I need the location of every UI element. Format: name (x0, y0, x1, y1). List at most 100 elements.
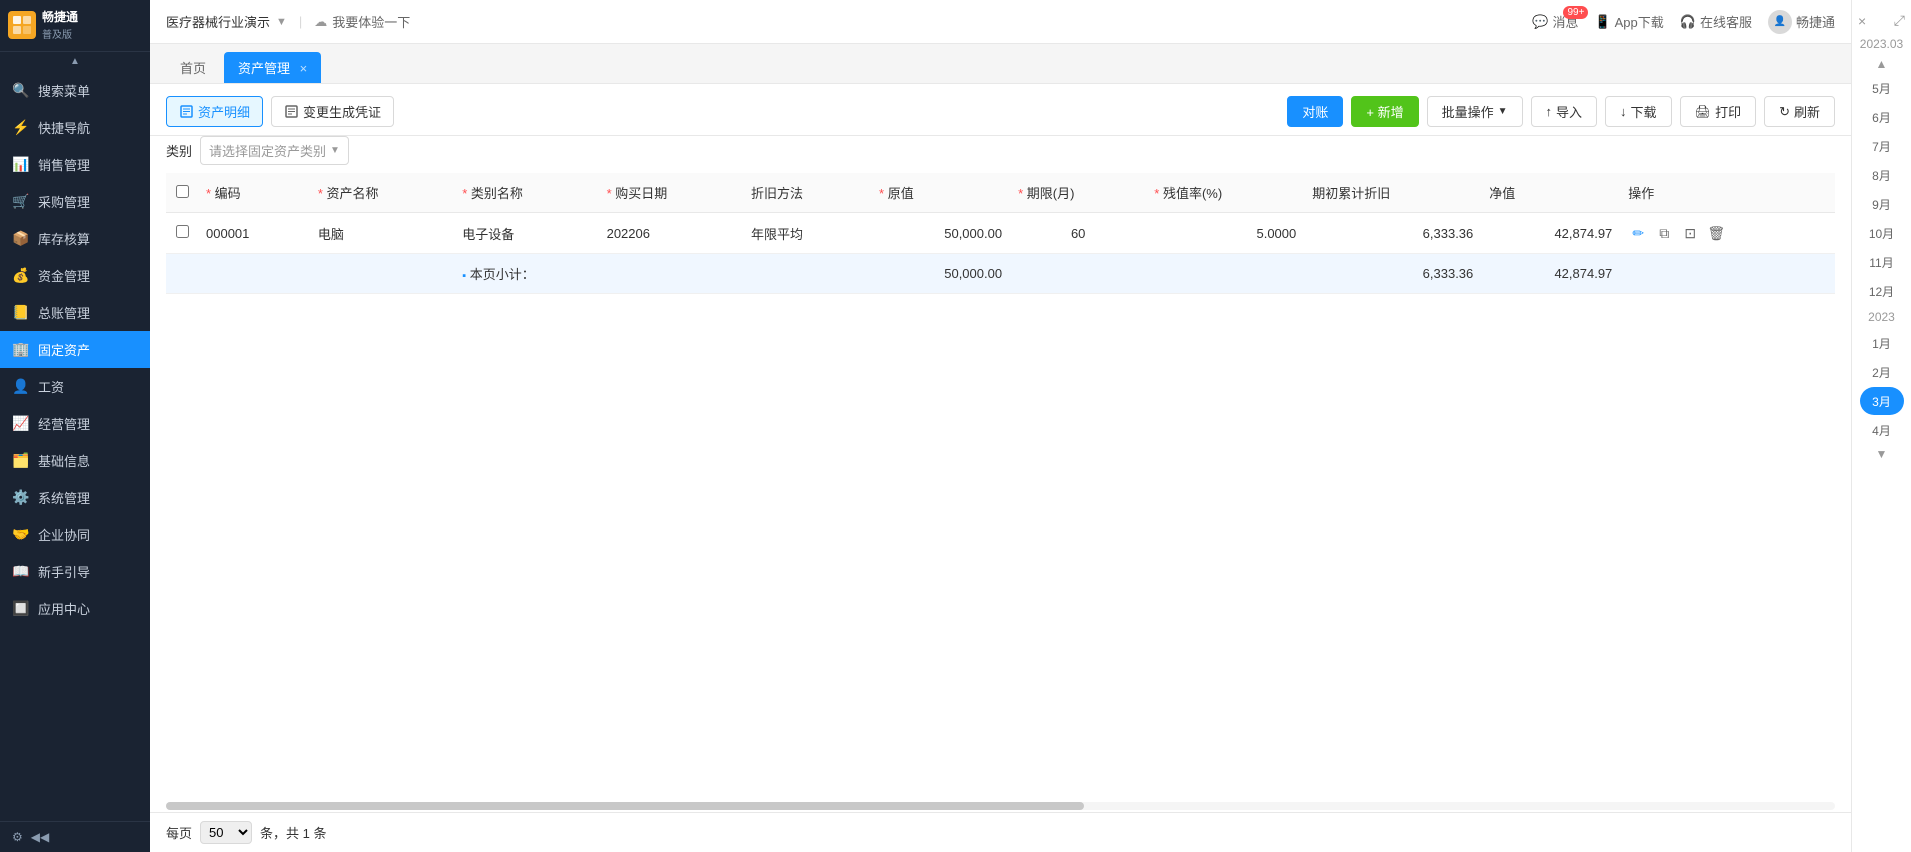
topbar-experience[interactable]: ☁ 我要体验一下 (314, 12, 410, 31)
tab-asset-management-label: 资产管理 (238, 61, 290, 76)
tabbar: 首页 资产管理 × (150, 44, 1851, 84)
inventory-icon: 📦 (12, 229, 30, 247)
service-icon: 🎧 (1680, 14, 1696, 30)
more-icon[interactable]: ⊡ (1680, 223, 1700, 243)
appstore-icon: 🔲 (12, 599, 30, 617)
topbar-app[interactable]: 📱 App下载 (1594, 12, 1663, 31)
sidebar-item-inventory-label: 库存核算 (38, 229, 90, 248)
tab-home-label: 首页 (180, 61, 206, 76)
import-label: 导入 (1556, 102, 1582, 121)
per-page-select[interactable]: 50 100 (200, 821, 252, 844)
months-prev: 5月6月7月8月9月10月11月12月 (1860, 73, 1904, 306)
collapse-icon[interactable]: ◀◀ (31, 830, 49, 844)
refresh-label: 刷新 (1794, 102, 1820, 121)
print-button[interactable]: 🖨 打印 (1680, 96, 1757, 127)
ledger-icon: 📒 (12, 303, 30, 321)
print-label: 打印 (1715, 102, 1741, 121)
tab-close-icon[interactable]: × (300, 61, 308, 76)
filter-category-select[interactable]: 请选择固定资产类别 ▼ (200, 136, 349, 165)
month-item[interactable]: 10月 (1860, 219, 1904, 247)
month-item[interactable]: 4月 (1860, 416, 1904, 444)
avatar: 👤 (1768, 10, 1792, 34)
row-checkbox[interactable] (176, 225, 189, 238)
sidebar-item-fixed-assets[interactable]: 🏢 固定资产 (0, 331, 150, 368)
total-label: 条，共 1 条 (260, 823, 326, 842)
msg-icon: 💬 (1532, 14, 1548, 30)
sidebar-item-payroll[interactable]: 👤 工资 (0, 368, 150, 405)
topbar-company[interactable]: 医疗器械行业演示 ▼ (166, 12, 287, 31)
month-item[interactable]: 1月 (1860, 329, 1904, 357)
app-icon: 📱 (1594, 14, 1610, 30)
filter-row: 类别 请选择固定资产类别 ▼ (150, 136, 1851, 173)
sidebar-item-quicknav[interactable]: ⚡ 快捷导航 (0, 109, 150, 146)
cell-period: 60 (1010, 213, 1146, 254)
dropdown-icon: ▼ (276, 16, 287, 28)
guide-icon: 📖 (12, 562, 30, 580)
sidebar-item-sales[interactable]: 📊 销售管理 (0, 146, 150, 183)
tab-asset-detail[interactable]: 资产明细 (166, 96, 263, 127)
copy-icon[interactable]: ⧉ (1654, 223, 1674, 243)
quicknav-icon: ⚡ (12, 118, 30, 136)
sidebar-item-search[interactable]: 🔍 搜索菜单 (0, 72, 150, 109)
logo-icon (8, 11, 36, 39)
per-page-label: 每页 (166, 823, 192, 842)
right-panel-close-button[interactable]: × (1858, 13, 1866, 29)
sidebar-scroll-up[interactable]: ▲ (0, 52, 150, 72)
cell-action: ✏ ⧉ ⊡ 🗑 (1620, 213, 1835, 254)
th-initial-accumulated: 期初累计折旧 (1304, 173, 1481, 213)
asset-detail-icon (179, 105, 193, 119)
right-panel-scroll-down-button[interactable]: ▼ (1874, 445, 1890, 463)
delete-icon[interactable]: 🗑 (1706, 223, 1726, 243)
month-item[interactable]: 11月 (1860, 248, 1904, 276)
edit-icon[interactable]: ✏ (1628, 223, 1648, 243)
filter-category-label: 类别 (166, 141, 192, 160)
funds-icon: 💰 (12, 266, 30, 284)
cell-purchase-date: 202206 (599, 213, 743, 254)
sidebar: 畅捷通 普及版 ▲ 🔍 搜索菜单 ⚡ 快捷导航 📊 销售管理 🛒 采购管理 📦 … (0, 0, 150, 852)
sidebar-item-purchase[interactable]: 🛒 采购管理 (0, 183, 150, 220)
sidebar-item-funds[interactable]: 💰 资金管理 (0, 257, 150, 294)
cloud-icon: ☁ (314, 14, 327, 30)
settings-icon[interactable]: ⚙ (12, 830, 23, 844)
batch-operation-button[interactable]: 批量操作 ▼ (1427, 96, 1523, 127)
sidebar-item-guide[interactable]: 📖 新手引导 (0, 553, 150, 590)
sidebar-item-inventory[interactable]: 📦 库存核算 (0, 220, 150, 257)
sidebar-item-basic[interactable]: 🗂️ 基础信息 (0, 442, 150, 479)
month-item[interactable]: 6月 (1860, 103, 1904, 131)
th-action: 操作 (1620, 173, 1835, 213)
month-item[interactable]: 9月 (1860, 190, 1904, 218)
right-panel-expand-button[interactable]: ⤢ (1894, 12, 1905, 29)
month-item[interactable]: 2月 (1860, 358, 1904, 386)
topbar-service[interactable]: 🎧 在线客服 (1680, 12, 1752, 31)
import-button[interactable]: ↑ 导入 (1531, 96, 1598, 127)
horizontal-scrollbar[interactable] (150, 800, 1851, 812)
month-item[interactable]: 12月 (1860, 277, 1904, 305)
sidebar-item-system[interactable]: ⚙️ 系统管理 (0, 479, 150, 516)
select-all-checkbox[interactable] (176, 185, 189, 198)
sidebar-item-funds-label: 资金管理 (38, 266, 90, 285)
reconcile-button[interactable]: 对账 (1287, 96, 1343, 127)
sidebar-item-ledger[interactable]: 📒 总账管理 (0, 294, 150, 331)
subtotal-net-value: 42,874.97 (1481, 254, 1620, 294)
tab-home[interactable]: 首页 (166, 52, 220, 83)
sidebar-item-collab[interactable]: 🤝 企业协同 (0, 516, 150, 553)
main-area: 医疗器械行业演示 ▼ | ☁ 我要体验一下 💬 消息 99+ 📱 App下载 🎧… (150, 0, 1851, 852)
new-button[interactable]: + 新增 (1351, 96, 1418, 127)
sidebar-item-operations[interactable]: 📈 经营管理 (0, 405, 150, 442)
download-button[interactable]: ↓ 下载 (1605, 96, 1672, 127)
sidebar-bottom: ⚙ ◀◀ (0, 821, 150, 852)
tab-asset-management[interactable]: 资产管理 × (224, 52, 321, 83)
payroll-icon: 👤 (12, 377, 30, 395)
sidebar-item-appstore[interactable]: 🔲 应用中心 (0, 590, 150, 627)
topbar-user[interactable]: 👤 畅捷通 (1768, 10, 1835, 34)
cell-depreciation-method: 年限平均 (743, 213, 871, 254)
month-item[interactable]: 5月 (1860, 74, 1904, 102)
refresh-button[interactable]: ↻ 刷新 (1764, 96, 1835, 127)
month-item[interactable]: 3月 (1860, 387, 1904, 415)
right-panel-scroll-up-button[interactable]: ▲ (1874, 55, 1890, 73)
topbar-msg[interactable]: 💬 消息 99+ (1532, 12, 1578, 31)
filter-category-value: 请选择固定资产类别 (209, 141, 326, 160)
month-item[interactable]: 8月 (1860, 161, 1904, 189)
month-item[interactable]: 7月 (1860, 132, 1904, 160)
tab-voucher[interactable]: 变更生成凭证 (271, 96, 394, 127)
